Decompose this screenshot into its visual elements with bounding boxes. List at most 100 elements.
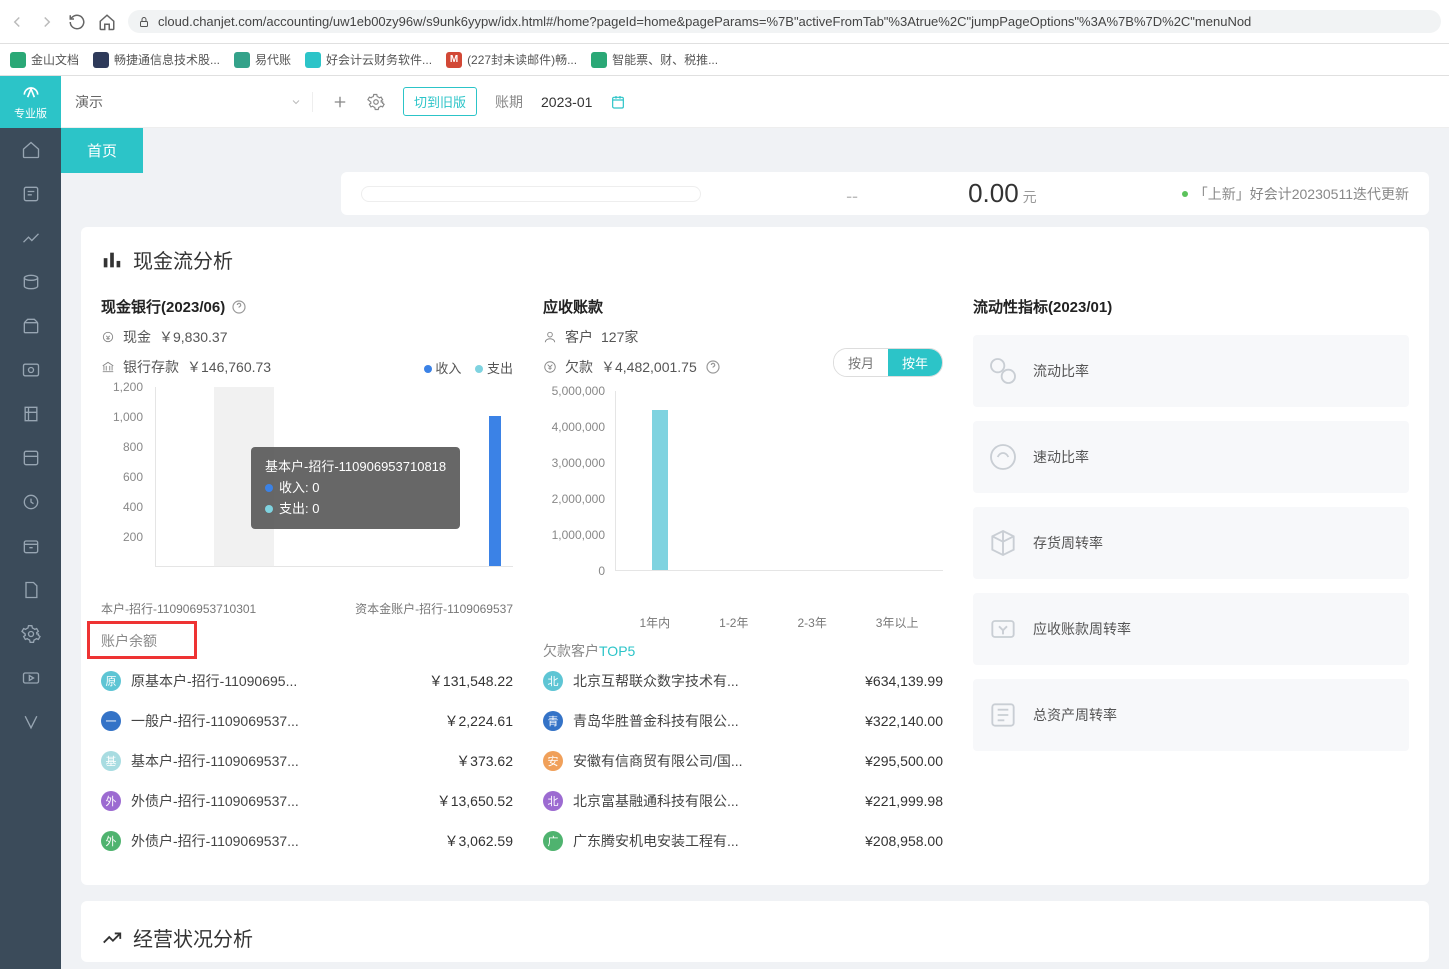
tooltip-out: 支出: 0 — [279, 499, 319, 520]
sidebar-item[interactable] — [0, 304, 61, 348]
account-name: 原基本户-招行-11090695... — [131, 671, 297, 691]
sidebar-item[interactable] — [0, 568, 61, 612]
customer-name: 北京富基融通科技有限公... — [573, 791, 739, 811]
help-icon[interactable] — [705, 359, 721, 375]
browser-toolbar: cloud.chanjet.com/accounting/uw1eb00zy96… — [0, 0, 1449, 44]
period-label: 账期 — [495, 92, 523, 112]
account-badge-icon: 基 — [101, 751, 121, 771]
customer-icon — [543, 330, 557, 344]
indicator-card[interactable]: 速动比率 — [973, 421, 1409, 493]
back-icon[interactable] — [8, 13, 26, 31]
account-badge-icon: 原 — [101, 671, 121, 691]
doc-icon — [21, 580, 41, 600]
salary-icon — [21, 360, 41, 380]
customer-row[interactable]: 广广东腾安机电安装工程有...¥208,958.00 — [543, 821, 943, 861]
closing-icon — [21, 492, 41, 512]
gear-icon[interactable] — [367, 93, 385, 111]
account-row[interactable]: 一一般户-招行-1109069537...￥2,224.61 — [101, 701, 513, 741]
indicator-title: 流动性指标(2023/01) — [973, 296, 1409, 317]
customer-amount: ¥295,500.00 — [865, 753, 943, 769]
refresh-icon[interactable] — [68, 13, 86, 31]
chart-legend: 收入 支出 — [424, 358, 513, 377]
indicator-label: 流动比率 — [1033, 361, 1089, 381]
sidebar-item[interactable] — [0, 260, 61, 304]
content-scroll[interactable]: -- 0.00元 「上新」好会计20230511迭代更新 现金流分析 — [61, 172, 1449, 969]
customer-amount: ¥322,140.00 — [865, 713, 943, 729]
sidebar-item[interactable] — [0, 436, 61, 480]
sidebar-item[interactable] — [0, 612, 61, 656]
switch-version-button[interactable]: 切到旧版 — [403, 87, 477, 116]
account-row[interactable]: 外外债户-招行-1109069537...￥13,650.52 — [101, 781, 513, 821]
address-bar[interactable]: cloud.chanjet.com/accounting/uw1eb00zy96… — [128, 10, 1441, 33]
cash-column: 现金银行(2023/06) 现金 ￥9,830.37 银行存款 — [101, 296, 513, 861]
account-name: 外债户-招行-1109069537... — [131, 791, 299, 811]
top5-list: 北北京互帮联众数字技术有...¥634,139.99 青青岛华胜普金科技有限公.… — [543, 661, 943, 861]
customer-amount: ¥208,958.00 — [865, 833, 943, 849]
account-list: 原原基本户-招行-11090695...￥131,548.22 一一般户-招行-… — [101, 661, 513, 861]
customer-label: 客户 — [565, 327, 593, 347]
customer-row[interactable]: 北北京互帮联众数字技术有...¥634,139.99 — [543, 661, 943, 701]
cashflow-panel: 现金流分析 现金银行(2023/06) 现金 ￥9,830.37 — [81, 227, 1429, 885]
account-row[interactable]: 原原基本户-招行-11090695...￥131,548.22 — [101, 661, 513, 701]
bookmark-item[interactable]: 金山文档 — [10, 51, 79, 68]
inventory-turnover-icon — [987, 527, 1019, 559]
customer-badge-icon: 青 — [543, 711, 563, 731]
chart-bar — [489, 416, 501, 566]
bar-chart-icon — [101, 249, 123, 271]
calendar-icon[interactable] — [610, 94, 626, 110]
bookmark-item[interactable]: 易代账 — [234, 51, 291, 68]
indicator-card[interactable]: 流动比率 — [973, 335, 1409, 407]
quick-ratio-icon — [987, 441, 1019, 473]
assets-icon — [21, 316, 41, 336]
sidebar-item[interactable] — [0, 480, 61, 524]
cash-bar-chart[interactable]: 1,200 1,000 800 600 400 200 — [101, 387, 513, 597]
receivable-bar-chart[interactable]: 5,000,000 4,000,000 3,000,000 2,000,000 … — [543, 391, 943, 611]
sidebar-item[interactable] — [0, 700, 61, 744]
forward-icon[interactable] — [38, 13, 56, 31]
sidebar-item[interactable] — [0, 216, 61, 260]
home-icon[interactable] — [98, 13, 116, 31]
indicator-card[interactable]: 存货周转率 — [973, 507, 1409, 579]
sidebar-item[interactable] — [0, 524, 61, 568]
app-logo[interactable]: 专业版 — [0, 76, 61, 128]
bank-icon — [101, 360, 115, 374]
customer-name: 青岛华胜普金科技有限公... — [573, 711, 739, 731]
trend-icon — [101, 927, 123, 949]
customer-name: 安徽有信商贸有限公司/国... — [573, 751, 743, 771]
sidebar-item[interactable] — [0, 392, 61, 436]
panel-title: 现金流分析 — [133, 245, 233, 274]
company-selector[interactable]: 演示 — [75, 92, 313, 112]
customer-row[interactable]: 安安徽有信商贸有限公司/国...¥295,500.00 — [543, 741, 943, 781]
archive-icon — [21, 536, 41, 556]
toggle-year-button[interactable]: 按年 — [888, 349, 942, 376]
plus-icon[interactable] — [331, 93, 349, 111]
bookmark-item[interactable]: 好会计云财务软件... — [305, 51, 432, 68]
sidebar-item[interactable] — [0, 172, 61, 216]
customer-row[interactable]: 青青岛华胜普金科技有限公... ¥322,140.00 — [543, 701, 943, 741]
customer-row[interactable]: 北北京富基融通科技有限公...¥221,999.98 — [543, 781, 943, 821]
top5-suffix: TOP5 — [599, 643, 635, 659]
customer-value: 127家 — [601, 327, 638, 347]
tooltip-title: 基本户-招行-110906953710818 — [265, 457, 446, 478]
zero-value: 0.00 — [968, 178, 1019, 208]
indicator-label: 速动比率 — [1033, 447, 1089, 467]
indicator-card[interactable]: 应收账款周转率 — [973, 593, 1409, 665]
top5-label: 欠款客户 — [543, 643, 599, 659]
news-text: 「上新」好会计20230511迭代更新 — [1194, 184, 1409, 204]
bookmark-item[interactable]: 智能票、财、税推... — [591, 51, 718, 68]
customer-amount: ¥221,999.98 — [865, 793, 943, 809]
account-row[interactable]: 外外债户-招行-1109069537...￥3,062.59 — [101, 821, 513, 861]
account-row[interactable]: 基基本户-招行-1109069537...￥373.62 — [101, 741, 513, 781]
sidebar-item[interactable] — [0, 128, 61, 172]
sidebar-item[interactable] — [0, 656, 61, 700]
tab-home[interactable]: 首页 — [61, 128, 143, 173]
toggle-month-button[interactable]: 按月 — [834, 349, 888, 376]
news-ticker[interactable]: 「上新」好会计20230511迭代更新 — [1182, 184, 1409, 204]
bookmark-label: 智能票、财、税推... — [612, 51, 718, 68]
bookmark-item[interactable]: 畅捷通信息技术股... — [93, 51, 220, 68]
sidebar-item[interactable] — [0, 348, 61, 392]
bookmark-item[interactable]: M(227封未读邮件)畅... — [446, 51, 577, 68]
indicator-card[interactable]: 总资产周转率 — [973, 679, 1409, 751]
help-icon[interactable] — [231, 299, 247, 315]
customer-badge-icon: 北 — [543, 671, 563, 691]
